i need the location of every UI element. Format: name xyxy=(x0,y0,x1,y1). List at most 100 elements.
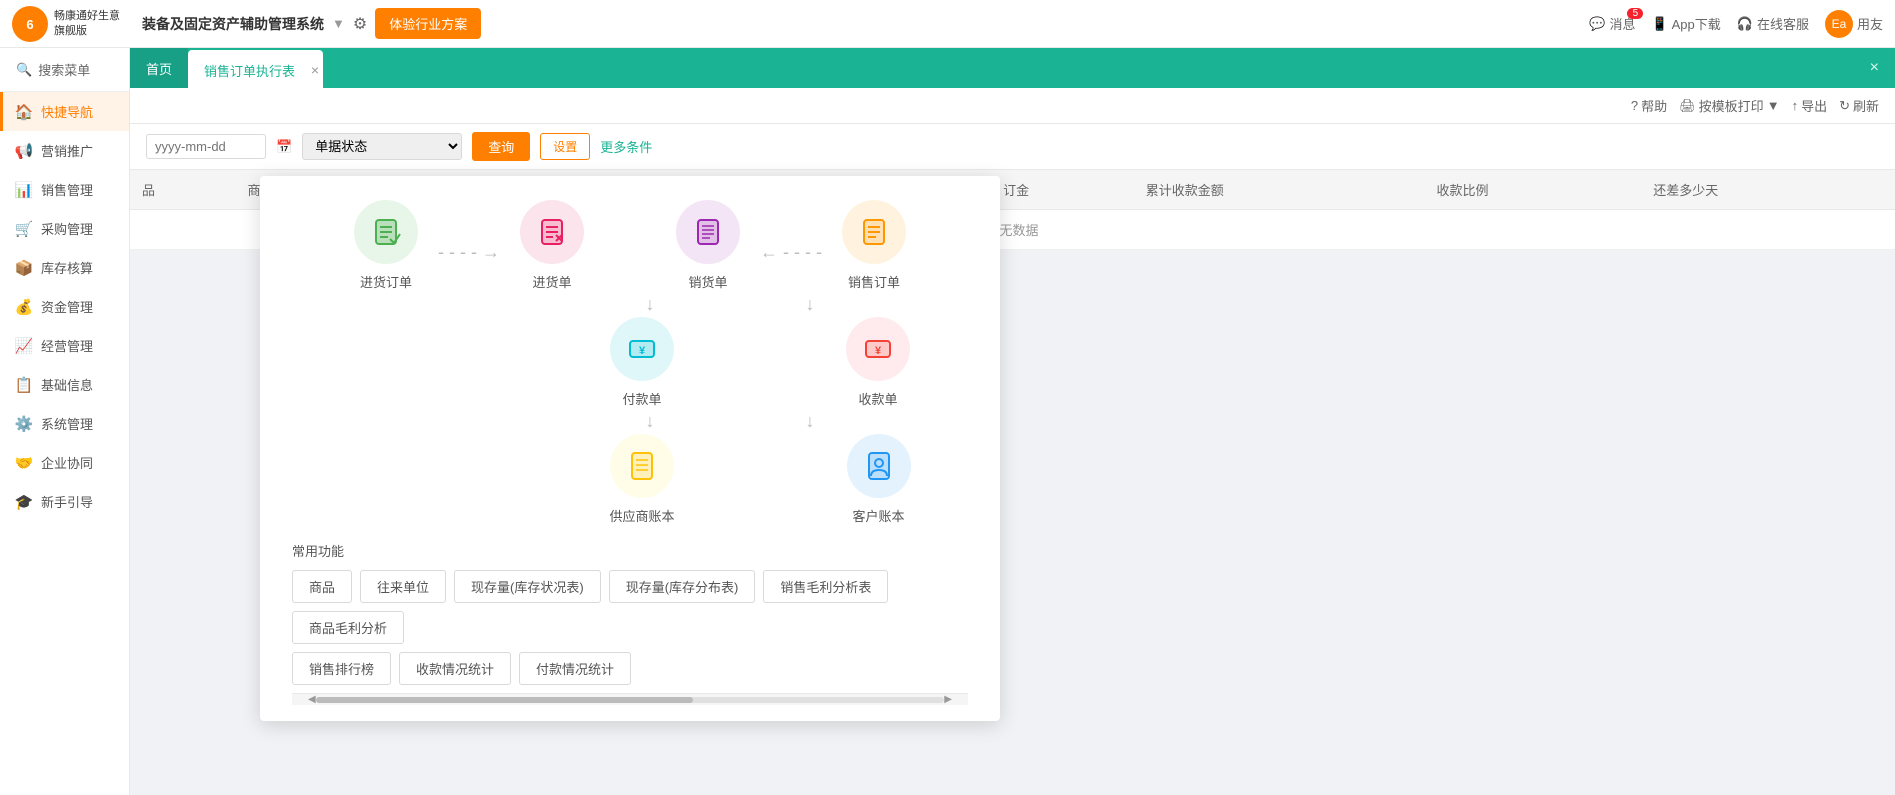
scrollbar[interactable]: ◀ ▶ xyxy=(292,693,968,705)
common-btn-8[interactable]: 付款情况统计 xyxy=(519,652,631,685)
common-btn-2[interactable]: 现存量(库存状况表) xyxy=(454,570,601,603)
customer-ledger-label: 客户账本 xyxy=(852,506,904,525)
sidebar-item-10[interactable]: 🎓 新手引导 xyxy=(0,482,129,521)
filter-row: 📅 单据状态 查询 设置 更多条件 xyxy=(130,124,1895,170)
sidebar-item-8[interactable]: ⚙️系统管理 xyxy=(0,404,129,443)
flow-node-sales: 销货单 xyxy=(676,200,740,291)
tab-close-all[interactable]: × xyxy=(1854,59,1895,77)
common-btn-6[interactable]: 销售排行榜 xyxy=(292,652,391,685)
common-btn-7[interactable]: 收款情况统计 xyxy=(399,652,511,685)
logo-icon: 6 xyxy=(12,6,48,42)
arrow-2: ← - - - - xyxy=(760,222,822,263)
receipt-icon: ¥ xyxy=(846,317,910,381)
calendar-icon: 📅 xyxy=(276,139,292,155)
payment-icon: ¥ xyxy=(610,317,674,381)
sidebar-icon-7: 📋 xyxy=(15,376,33,394)
common-btn-5[interactable]: 商品毛利分析 xyxy=(292,611,404,644)
common-btn-1[interactable]: 往来单位 xyxy=(360,570,446,603)
tab-sales-order[interactable]: 销售订单执行表 × xyxy=(188,50,323,90)
common-btn-4[interactable]: 销售毛利分析表 xyxy=(763,570,888,603)
query-button[interactable]: 查询 xyxy=(472,132,530,161)
sidebar-icon-6: 📈 xyxy=(15,337,33,355)
flow-node-sales-order: 销售订单 xyxy=(842,200,906,291)
scroll-left-arrow[interactable]: ◀ xyxy=(308,694,316,705)
message-icon: 💬 xyxy=(1589,16,1605,32)
sidebar-nav: 🏠快捷导航📢营销推广📊销售管理🛒采购管理📦库存核算💰资金管理📈经营管理 📋 基础信息… xyxy=(0,92,129,521)
settings-icon[interactable]: ⚙ xyxy=(353,14,367,34)
sales-icon xyxy=(676,200,740,264)
flow-node-payment: ¥ 付款单 xyxy=(610,317,674,408)
receipt-label: 收款单 xyxy=(858,389,897,408)
more-filter[interactable]: 更多条件 xyxy=(600,137,652,156)
sidebar-item-7[interactable]: 📋 基础信息 xyxy=(0,365,129,404)
sales-label: 销货单 xyxy=(688,272,727,291)
avatar-text: Ea xyxy=(1832,17,1847,31)
sidebar-icon-3: 🛒 xyxy=(15,220,33,238)
scroll-right-arrow[interactable]: ▶ xyxy=(944,694,952,705)
sidebar-label-1: 营销推广 xyxy=(41,141,93,160)
sidebar-label-2: 销售管理 xyxy=(41,180,93,199)
common-functions: 常用功能 商品往来单位现存量(库存状况表)现存量(库存分布表)销售毛利分析表商品… xyxy=(292,541,968,685)
sidebar-item-9[interactable]: 🤝企业协同 xyxy=(0,443,129,482)
sidebar-item-0[interactable]: 🏠快捷导航 xyxy=(0,92,129,131)
export-button[interactable]: ↑ 导出 xyxy=(1792,96,1828,115)
print-button[interactable]: 🖨 按模板打印 ▼ xyxy=(1679,96,1779,115)
app-icon: 📱 xyxy=(1651,16,1667,32)
common-btn-3[interactable]: 现存量(库存分布表) xyxy=(609,570,756,603)
sidebar-item-5[interactable]: 💰资金管理 xyxy=(0,287,129,326)
common-btns-row1: 商品往来单位现存量(库存状况表)现存量(库存分布表)销售毛利分析表商品毛利分析 xyxy=(292,570,968,644)
sidebar-item-4[interactable]: 📦库存核算 xyxy=(0,248,129,287)
quick-nav-popup: 进货订单 - - - - → 进货单 xyxy=(260,176,1000,721)
sidebar-item-2[interactable]: 📊销售管理 xyxy=(0,170,129,209)
sidebar-label-0: 快捷导航 xyxy=(41,102,93,121)
common-btn-0[interactable]: 商品 xyxy=(292,570,352,603)
online-service-button[interactable]: 🎧 在线客服 xyxy=(1737,14,1809,33)
help-button[interactable]: ? 帮助 xyxy=(1631,96,1667,115)
sidebar-label-4: 库存核算 xyxy=(41,258,93,277)
down-arrow-payment: ↓ xyxy=(646,412,655,430)
sidebar-icon-5: 💰 xyxy=(15,298,33,316)
sidebar-label-8: 系统管理 xyxy=(41,414,93,433)
tab-home-label: 首页 xyxy=(146,59,172,78)
sidebar-item-6[interactable]: 📈经营管理 xyxy=(0,326,129,365)
supplier-ledger-icon xyxy=(610,434,674,498)
tab-home[interactable]: 首页 xyxy=(130,48,188,88)
user-menu[interactable]: Ea 用友 xyxy=(1825,10,1883,38)
logo-line2: 旗舰版 xyxy=(54,24,120,38)
app-download-button[interactable]: 📱 App下载 xyxy=(1651,14,1720,33)
scrollbar-thumb[interactable] xyxy=(316,697,693,703)
message-button[interactable]: 💬 消息 5 xyxy=(1589,14,1635,33)
sidebar-label-7: 基础信息 xyxy=(41,375,93,394)
service-icon: 🎧 xyxy=(1737,16,1753,32)
experience-button[interactable]: 体验行业方案 xyxy=(375,8,481,39)
col-header-8: 还差多少天 xyxy=(1641,170,1895,210)
sidebar-item-3[interactable]: 🛒采购管理 xyxy=(0,209,129,248)
down-arrow-purchase: ↓ xyxy=(646,295,655,313)
purchase-label: 进货单 xyxy=(532,272,571,291)
sales-order-icon xyxy=(842,200,906,264)
system-name: 装备及固定资产辅助管理系统 xyxy=(142,14,324,34)
refresh-button[interactable]: ↻ 刷新 xyxy=(1839,96,1879,115)
sidebar-search[interactable]: 🔍 搜索菜单 xyxy=(0,48,129,92)
date-start-input[interactable] xyxy=(146,134,266,159)
sales-order-label: 销售订单 xyxy=(848,272,900,291)
sidebar-item-1[interactable]: 📢营销推广 xyxy=(0,131,129,170)
flow-diagram: 进货订单 - - - - → 进货单 xyxy=(292,200,968,525)
svg-text:6: 6 xyxy=(26,17,33,32)
common-title: 常用功能 xyxy=(292,541,968,560)
tab-close-button[interactable]: × xyxy=(311,62,319,78)
payment-label: 付款单 xyxy=(622,389,661,408)
flow-node-supplier-ledger: 供应商账本 xyxy=(609,434,674,525)
flow-node-purchase: 进货单 xyxy=(520,200,584,291)
col-header-0: 品 xyxy=(130,170,236,210)
set-button[interactable]: 设置 xyxy=(540,133,590,160)
refresh-icon: ↻ xyxy=(1839,98,1850,114)
sidebar-label-10: 新手引导 xyxy=(41,492,93,511)
col-header-7: 收款比例 xyxy=(1425,170,1642,210)
system-dropdown-icon[interactable]: ▼ xyxy=(332,16,345,31)
search-icon: 🔍 xyxy=(16,62,32,78)
status-select[interactable]: 单据状态 xyxy=(302,133,462,160)
common-btns-row2: 销售排行榜收款情况统计付款情况统计 xyxy=(292,652,968,685)
purchase-order-icon xyxy=(354,200,418,264)
sidebar-icon-10: 🎓 xyxy=(15,493,33,511)
